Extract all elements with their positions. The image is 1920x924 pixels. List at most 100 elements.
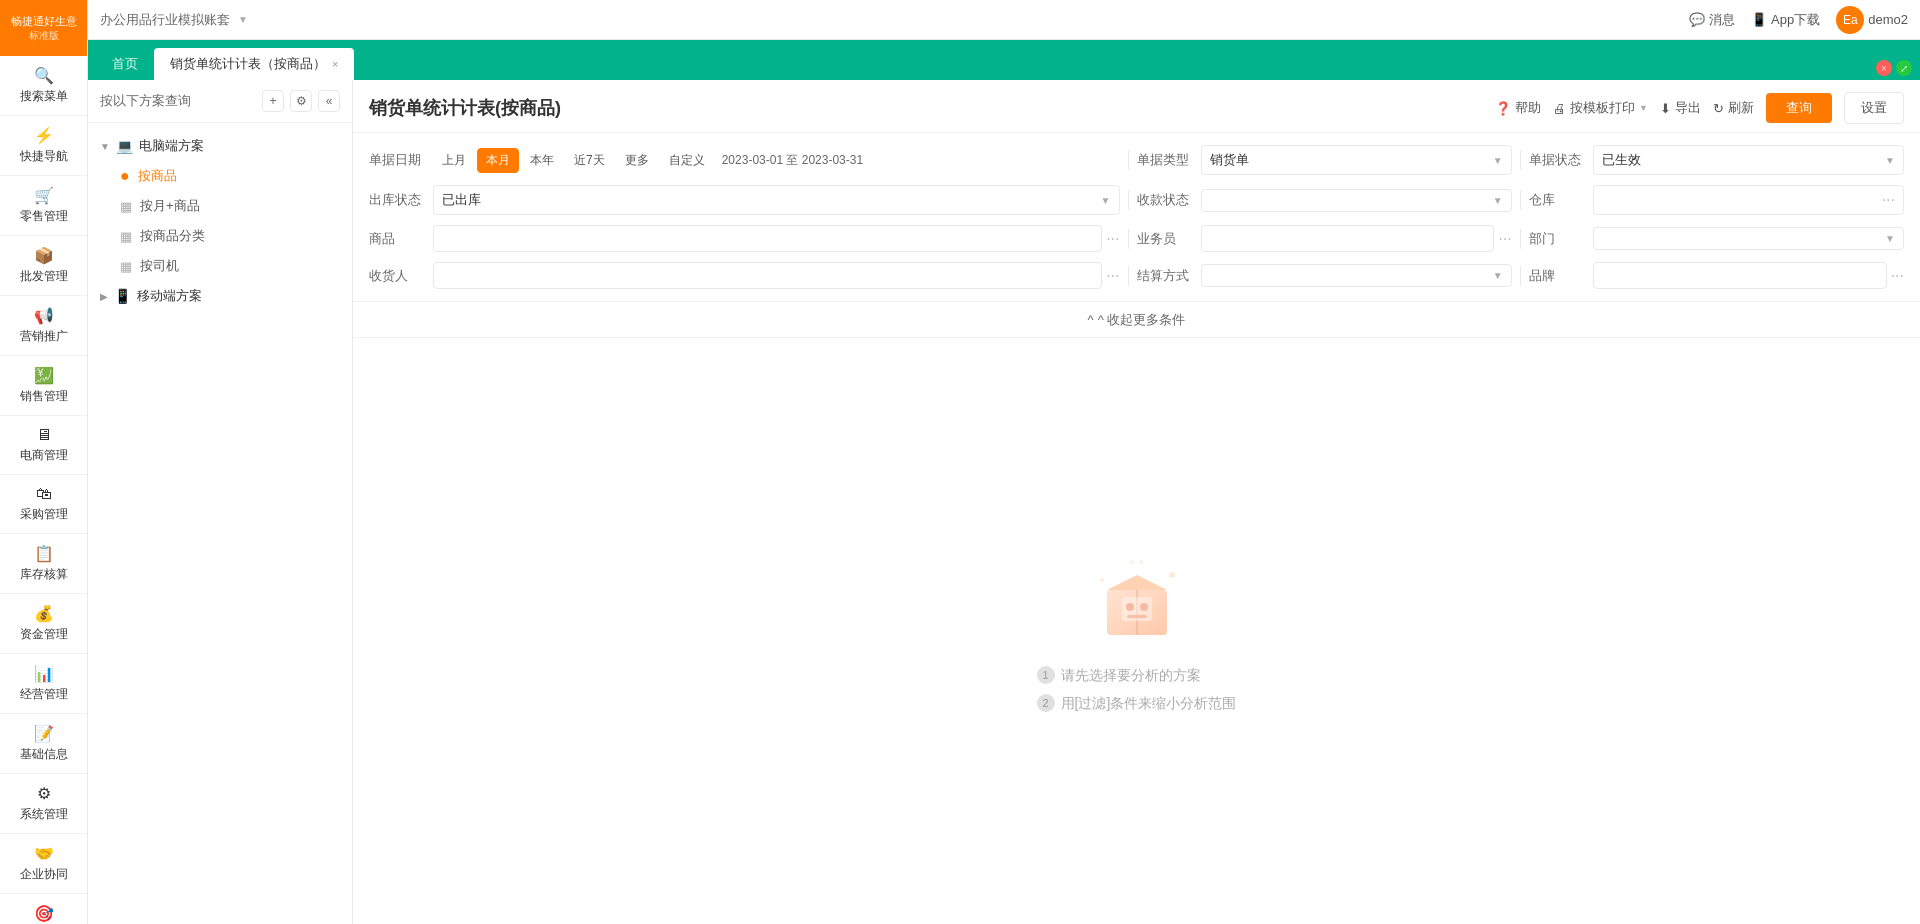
outstock-label: 出库状态 (369, 191, 425, 209)
tab-home[interactable]: 首页 (96, 48, 154, 80)
workspace-label: 办公用品行业模拟账套 (100, 11, 230, 29)
staff-label: 业务员 (1137, 230, 1193, 248)
sidebar-item-sales[interactable]: 💹销售管理 (0, 356, 87, 416)
warehouse-select[interactable]: ··· (1593, 185, 1904, 215)
payment-select[interactable]: ▼ (1201, 264, 1512, 287)
user-menu[interactable]: Ea demo2 (1836, 6, 1908, 34)
refresh-icon: ↻ (1713, 101, 1724, 116)
filter-date: 单据日期 上月本月本年近7天更多自定义 2023-03-01 至 2023-03… (369, 148, 1120, 173)
pc-group-arrow-icon: ▼ (100, 141, 110, 152)
sidebar-item-search[interactable]: 🔍搜索菜单 (0, 56, 87, 116)
date-tab-上月[interactable]: 上月 (433, 148, 475, 173)
page-actions: ❓ 帮助 🖨 按模板打印 ▼ ⬇ 导出 ↻ 刷新 (1495, 92, 1904, 124)
date-tab-本年[interactable]: 本年 (521, 148, 563, 173)
message-btn[interactable]: 💬 消息 (1689, 11, 1735, 29)
logo-area: 畅捷通好生意 标准版 (0, 0, 87, 56)
query-btn[interactable]: 查询 (1766, 93, 1832, 123)
collapse-conditions-btn[interactable]: ^ ^ 收起更多条件 (1088, 311, 1186, 329)
type-select[interactable]: 销货单 ▼ (1201, 145, 1512, 175)
topbar-left: 办公用品行业模拟账套 ▼ (100, 11, 248, 29)
tree-group-mobile-header[interactable]: ▶ 📱 移动端方案 (88, 281, 352, 311)
date-tab-本月[interactable]: 本月 (477, 148, 519, 173)
collapse-icon: ^ (1088, 312, 1094, 327)
date-tab-自定义[interactable]: 自定义 (660, 148, 714, 173)
goods-dots[interactable]: ··· (1106, 230, 1119, 248)
inventory-icon: 📋 (34, 544, 54, 563)
tab-sales-stat[interactable]: 销货单统计计表（按商品） × (154, 48, 354, 80)
sidebar-item-purchase[interactable]: 🛍采购管理 (0, 475, 87, 534)
goods-label: 商品 (369, 230, 425, 248)
left-panel: 按以下方案查询 + ⚙ « ▼ (88, 80, 353, 924)
add-scheme-btn[interactable]: + (262, 90, 284, 112)
payment-label: 结算方式 (1137, 267, 1193, 285)
scheme-settings-btn[interactable]: ⚙ (290, 90, 312, 112)
finance-icon: 💰 (34, 604, 54, 623)
sidebar-item-inventory[interactable]: 📋库存核算 (0, 534, 87, 594)
main-area: 办公用品行业模拟账套 ▼ 💬 消息 📱 App下载 Ea demo2 首页 (88, 0, 1920, 924)
by-category-label: 按商品分类 (140, 227, 205, 245)
sidebar-item-finance[interactable]: 💰资金管理 (0, 594, 87, 654)
dept-chevron-icon: ▼ (1885, 233, 1895, 244)
print-btn[interactable]: 🖨 按模板打印 ▼ (1553, 99, 1648, 117)
collapse-bar: ^ ^ 收起更多条件 (353, 302, 1920, 338)
by-product-label: 按商品 (138, 167, 177, 185)
tree-item-by-cashier[interactable]: ▦ 按司机 (88, 251, 352, 281)
brand-dots[interactable]: ··· (1891, 267, 1904, 285)
svg-point-5 (1140, 603, 1148, 611)
svg-rect-6 (1127, 615, 1147, 618)
topbar-right: 💬 消息 📱 App下载 Ea demo2 (1689, 6, 1908, 34)
window-close-btn[interactable]: × (1876, 60, 1892, 76)
by-product-icon: ● (120, 167, 130, 185)
type-value: 销货单 (1210, 151, 1249, 169)
tab-close-icon[interactable]: × (332, 58, 338, 70)
sidebar-item-operation[interactable]: 📊经营管理 (0, 654, 87, 714)
sidebar-item-quick-nav[interactable]: ⚡快捷导航 (0, 116, 87, 176)
sidebar-item-system[interactable]: ⚙系统管理 (0, 774, 87, 834)
tree-item-by-product[interactable]: ● 按商品 (88, 161, 352, 191)
status-chevron-icon: ▼ (1885, 155, 1895, 166)
tree-container: ▼ 💻 电脑端方案 ● 按商品 ▦ 按月+商品 ▦ 按商品分类 (88, 123, 352, 924)
sidebar-item-ecommerce[interactable]: 🖥电商管理 (0, 416, 87, 475)
staff-dots[interactable]: ··· (1498, 230, 1511, 248)
consignee-label: 收货人 (369, 267, 425, 285)
refresh-btn[interactable]: ↻ 刷新 (1713, 99, 1754, 117)
tree-item-by-category[interactable]: ▦ 按商品分类 (88, 221, 352, 251)
sidebar-item-retail[interactable]: 🛒零售管理 (0, 176, 87, 236)
svg-marker-1 (1107, 575, 1167, 590)
settings-btn[interactable]: 设置 (1844, 92, 1904, 124)
date-tab-更多[interactable]: 更多 (616, 148, 658, 173)
staff-input[interactable] (1201, 225, 1495, 252)
pc-group-label: 电脑端方案 (139, 137, 204, 155)
status-select[interactable]: 已生效 ▼ (1593, 145, 1904, 175)
help-icon: ❓ (1495, 101, 1511, 116)
hint-text-1: 请先选择要分析的方案 (1061, 661, 1201, 689)
filter-status: 单据状态 已生效 ▼ (1529, 145, 1904, 175)
receipt-label: 收款状态 (1137, 191, 1193, 209)
warehouse-dots[interactable]: ··· (1882, 191, 1895, 209)
by-cashier-icon: ▦ (120, 259, 132, 274)
ecommerce-icon: 🖥 (36, 426, 52, 444)
export-btn[interactable]: ⬇ 导出 (1660, 99, 1701, 117)
message-icon: 💬 (1689, 12, 1705, 27)
sidebar-item-marketing[interactable]: 📢营销推广 (0, 296, 87, 356)
dept-select[interactable]: ▼ (1593, 227, 1904, 250)
sidebar-item-enterprise[interactable]: 🤝企业协同 (0, 834, 87, 894)
filter-area: 单据日期 上月本月本年近7天更多自定义 2023-03-01 至 2023-03… (353, 133, 1920, 302)
tree-group-pc-header[interactable]: ▼ 💻 电脑端方案 (88, 131, 352, 161)
consignee-input[interactable] (433, 262, 1102, 289)
help-btn[interactable]: ❓ 帮助 (1495, 99, 1541, 117)
receipt-select[interactable]: ▼ (1201, 189, 1512, 212)
collapse-panel-btn[interactable]: « (318, 90, 340, 112)
sidebar-item-basic[interactable]: 📝基础信息 (0, 714, 87, 774)
app-download-btn[interactable]: 📱 App下载 (1751, 11, 1820, 29)
tree-item-by-month-product[interactable]: ▦ 按月+商品 (88, 191, 352, 221)
outstock-select[interactable]: 已出库 ▼ (433, 185, 1120, 215)
date-tab-近7天[interactable]: 近7天 (565, 148, 614, 173)
goods-input[interactable] (433, 225, 1102, 252)
svg-point-4 (1126, 603, 1134, 611)
window-expand-btn[interactable]: ⤢ (1896, 60, 1912, 76)
sidebar-item-guide[interactable]: 🎯新手引导 (0, 894, 87, 924)
consignee-dots[interactable]: ··· (1106, 267, 1119, 285)
sidebar-item-wholesale[interactable]: 📦批发管理 (0, 236, 87, 296)
brand-input[interactable] (1593, 262, 1887, 289)
